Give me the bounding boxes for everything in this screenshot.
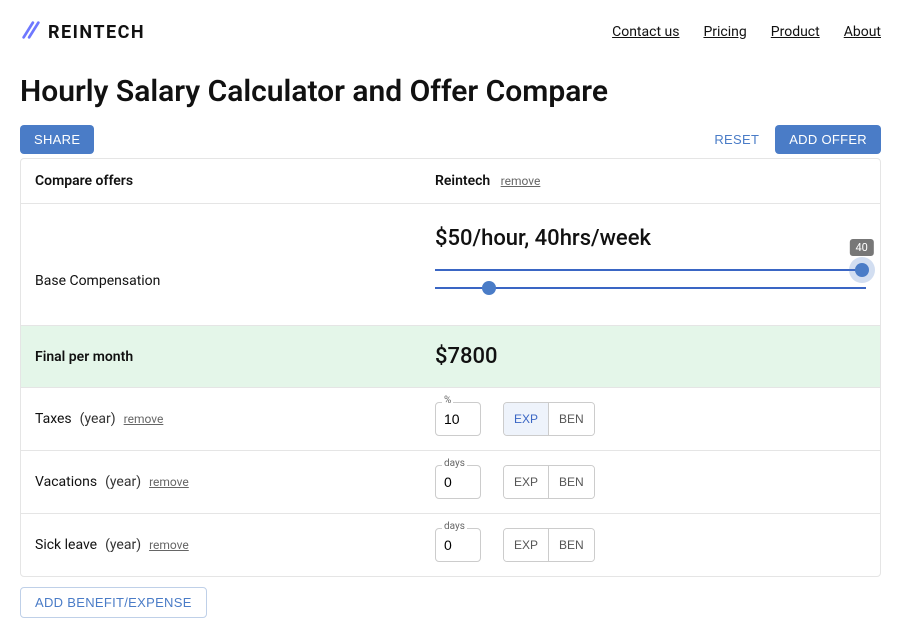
- compare-offers-label: Compare offers: [21, 159, 421, 203]
- remove-offer-link[interactable]: remove: [501, 174, 541, 188]
- vacations-toggle[interactable]: EXP BEN: [503, 465, 595, 499]
- vacations-remove-link[interactable]: remove: [149, 475, 189, 489]
- reset-button[interactable]: RESET: [704, 125, 769, 154]
- sick-leave-label: Sick leave: [35, 537, 97, 553]
- sick-leave-input[interactable]: [444, 537, 472, 553]
- sick-leave-field[interactable]: days: [435, 528, 481, 562]
- final-per-month-label: Final per month: [21, 326, 421, 387]
- brand-logo[interactable]: REINTECH: [20, 19, 145, 46]
- nav-product[interactable]: Product: [771, 24, 820, 40]
- add-benefit-expense-button[interactable]: ADD BENEFIT/EXPENSE: [20, 587, 207, 618]
- vacations-ben-button[interactable]: BEN: [548, 466, 594, 498]
- brand-name: REINTECH: [48, 22, 145, 43]
- vacations-label: Vacations: [35, 474, 97, 490]
- nav-about[interactable]: About: [844, 24, 881, 40]
- taxes-field[interactable]: %: [435, 402, 481, 436]
- slider-thumb-bottom[interactable]: [482, 281, 496, 295]
- vacations-field[interactable]: days: [435, 465, 481, 499]
- add-offer-button[interactable]: ADD OFFER: [775, 125, 881, 154]
- offer-name: Reintech: [435, 173, 490, 189]
- base-compensation-summary: $50/hour, 40hrs/week: [435, 226, 866, 251]
- sick-leave-exp-button[interactable]: EXP: [504, 529, 548, 561]
- nav-pricing[interactable]: Pricing: [703, 24, 746, 40]
- hours-slider[interactable]: 40: [435, 269, 866, 271]
- vacations-period: (year): [105, 474, 141, 490]
- logo-icon: [20, 19, 42, 46]
- offer-table: Compare offers Reintech remove Base Comp…: [20, 158, 881, 577]
- taxes-exp-button[interactable]: EXP: [504, 403, 549, 435]
- rate-slider[interactable]: [435, 287, 866, 289]
- base-compensation-label: Base Compensation: [21, 204, 421, 325]
- taxes-ben-button[interactable]: BEN: [549, 403, 594, 435]
- slider-thumb-top[interactable]: [855, 263, 869, 277]
- sick-leave-ben-button[interactable]: BEN: [548, 529, 594, 561]
- share-button[interactable]: SHARE: [20, 125, 94, 154]
- nav-contact[interactable]: Contact us: [612, 24, 679, 40]
- sick-leave-unit: days: [442, 521, 467, 532]
- taxes-toggle[interactable]: EXP BEN: [503, 402, 595, 436]
- sick-leave-period: (year): [105, 537, 141, 553]
- slider-tooltip: 40: [850, 239, 874, 256]
- taxes-input[interactable]: [444, 411, 472, 427]
- sick-leave-remove-link[interactable]: remove: [149, 538, 189, 552]
- final-per-month-value: $7800: [421, 326, 880, 387]
- taxes-label: Taxes: [35, 411, 72, 427]
- taxes-period: (year): [80, 411, 116, 427]
- taxes-remove-link[interactable]: remove: [124, 412, 164, 426]
- taxes-unit: %: [442, 395, 453, 406]
- vacations-unit: days: [442, 458, 467, 469]
- page-title: Hourly Salary Calculator and Offer Compa…: [20, 74, 881, 109]
- vacations-exp-button[interactable]: EXP: [504, 466, 548, 498]
- vacations-input[interactable]: [444, 474, 472, 490]
- sick-leave-toggle[interactable]: EXP BEN: [503, 528, 595, 562]
